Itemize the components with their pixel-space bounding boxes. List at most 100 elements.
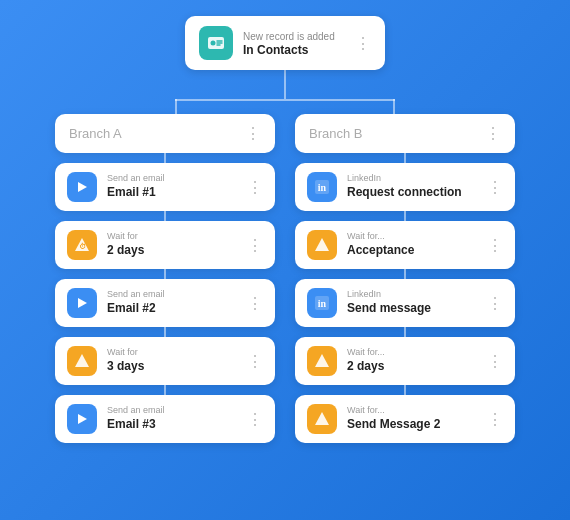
step-b4-icon: [307, 346, 337, 376]
step-b5-text: Wait for... Send Message 2: [347, 405, 477, 432]
step-b1-more[interactable]: ⋮: [487, 178, 503, 197]
svg-marker-10: [78, 414, 87, 424]
step-b4: Wait for... 2 days ⋮: [295, 337, 515, 385]
step-a4-icon: [67, 346, 97, 376]
step-a2: ⏱ Wait for 2 days ⋮: [55, 221, 275, 269]
branch-connector: [65, 84, 505, 114]
step-connector-b3: [404, 269, 406, 279]
step-a1-title: Email #1: [107, 185, 237, 201]
branch-b-label: Branch B: [309, 126, 362, 141]
svg-marker-8: [78, 298, 87, 308]
svg-marker-13: [315, 238, 329, 251]
step-b5-title: Send Message 2: [347, 417, 477, 433]
branch-right-line: [393, 99, 395, 114]
step-b1-subtitle: LinkedIn: [347, 173, 477, 185]
step-a5-icon: [67, 404, 97, 434]
step-a2-text: Wait for 2 days: [107, 231, 237, 258]
step-b1-title: Request connection: [347, 185, 477, 201]
step-a1-subtitle: Send an email: [107, 173, 237, 185]
step-a4-title: 3 days: [107, 359, 237, 375]
step-a4-text: Wait for 3 days: [107, 347, 237, 374]
step-a1-text: Send an email Email #1: [107, 173, 237, 200]
step-b1-icon: in: [307, 172, 337, 202]
step-b2-title: Acceptance: [347, 243, 477, 259]
columns: Branch A ⋮ Send an email Email #1 ⋮: [20, 114, 550, 443]
step-a4-subtitle: Wait for: [107, 347, 237, 359]
step-a1-more[interactable]: ⋮: [247, 178, 263, 197]
step-a2-more[interactable]: ⋮: [247, 236, 263, 255]
root-node: New record is added In Contacts ⋮: [185, 16, 385, 70]
step-a3-subtitle: Send an email: [107, 289, 237, 301]
step-b4-title: 2 days: [347, 359, 477, 375]
step-a1-icon: [67, 172, 97, 202]
step-connector-b5: [404, 385, 406, 395]
step-b3-text: LinkedIn Send message: [347, 289, 477, 316]
step-b2-subtitle: Wait for...: [347, 231, 477, 243]
step-connector-a1: [164, 153, 166, 163]
step-connector-a3: [164, 269, 166, 279]
step-a5-subtitle: Send an email: [107, 405, 237, 417]
root-title: In Contacts: [243, 43, 345, 57]
step-b3-icon: in: [307, 288, 337, 318]
branch-a-more[interactable]: ⋮: [245, 124, 261, 143]
svg-marker-17: [315, 412, 329, 425]
step-a5-text: Send an email Email #3: [107, 405, 237, 432]
step-b3-subtitle: LinkedIn: [347, 289, 477, 301]
step-b3-more[interactable]: ⋮: [487, 294, 503, 313]
step-b2-more[interactable]: ⋮: [487, 236, 503, 255]
step-a1: Send an email Email #1 ⋮: [55, 163, 275, 211]
step-a3-text: Send an email Email #2: [107, 289, 237, 316]
step-b4-more[interactable]: ⋮: [487, 352, 503, 371]
step-b2-icon: [307, 230, 337, 260]
svg-marker-5: [78, 182, 87, 192]
step-a4: Wait for 3 days ⋮: [55, 337, 275, 385]
step-connector-b1: [404, 153, 406, 163]
branch-b-column: Branch B ⋮ in LinkedIn Request connectio…: [295, 114, 515, 443]
step-a4-more[interactable]: ⋮: [247, 352, 263, 371]
root-icon: [199, 26, 233, 60]
step-a5-more[interactable]: ⋮: [247, 410, 263, 429]
step-b3: in LinkedIn Send message ⋮: [295, 279, 515, 327]
branch-a-label: Branch A: [69, 126, 122, 141]
svg-text:in: in: [318, 182, 327, 193]
svg-text:⏱: ⏱: [79, 242, 86, 250]
step-b4-subtitle: Wait for...: [347, 347, 477, 359]
step-connector-b2: [404, 211, 406, 221]
step-a2-title: 2 days: [107, 243, 237, 259]
step-b5-more[interactable]: ⋮: [487, 410, 503, 429]
root-more-icon[interactable]: ⋮: [355, 34, 371, 53]
step-a2-icon: ⏱: [67, 230, 97, 260]
step-b1-text: LinkedIn Request connection: [347, 173, 477, 200]
svg-marker-16: [315, 354, 329, 367]
root-text: New record is added In Contacts: [243, 30, 345, 57]
branch-a-column: Branch A ⋮ Send an email Email #1 ⋮: [55, 114, 275, 443]
step-a2-subtitle: Wait for: [107, 231, 237, 243]
branch-left-line: [175, 99, 177, 114]
step-b5-subtitle: Wait for...: [347, 405, 477, 417]
svg-text:in: in: [318, 298, 327, 309]
step-connector-a5: [164, 385, 166, 395]
step-a5: Send an email Email #3 ⋮: [55, 395, 275, 443]
step-b2: Wait for... Acceptance ⋮: [295, 221, 515, 269]
svg-marker-9: [75, 354, 89, 367]
step-connector-a2: [164, 211, 166, 221]
step-a3-title: Email #2: [107, 301, 237, 317]
step-a3-more[interactable]: ⋮: [247, 294, 263, 313]
branch-a-header: Branch A ⋮: [55, 114, 275, 153]
flow-container: New record is added In Contacts ⋮ Branch…: [20, 16, 550, 443]
svg-point-1: [211, 41, 216, 46]
step-b1: in LinkedIn Request connection ⋮: [295, 163, 515, 211]
root-down-line: [284, 70, 286, 84]
step-connector-a4: [164, 327, 166, 337]
step-b3-title: Send message: [347, 301, 477, 317]
step-b5: Wait for... Send Message 2 ⋮: [295, 395, 515, 443]
step-connector-b4: [404, 327, 406, 337]
root-subtitle: New record is added: [243, 30, 345, 43]
branch-b-more[interactable]: ⋮: [485, 124, 501, 143]
step-a3-icon: [67, 288, 97, 318]
step-a5-title: Email #3: [107, 417, 237, 433]
step-b2-text: Wait for... Acceptance: [347, 231, 477, 258]
step-a3: Send an email Email #2 ⋮: [55, 279, 275, 327]
branch-b-header: Branch B ⋮: [295, 114, 515, 153]
step-b4-text: Wait for... 2 days: [347, 347, 477, 374]
